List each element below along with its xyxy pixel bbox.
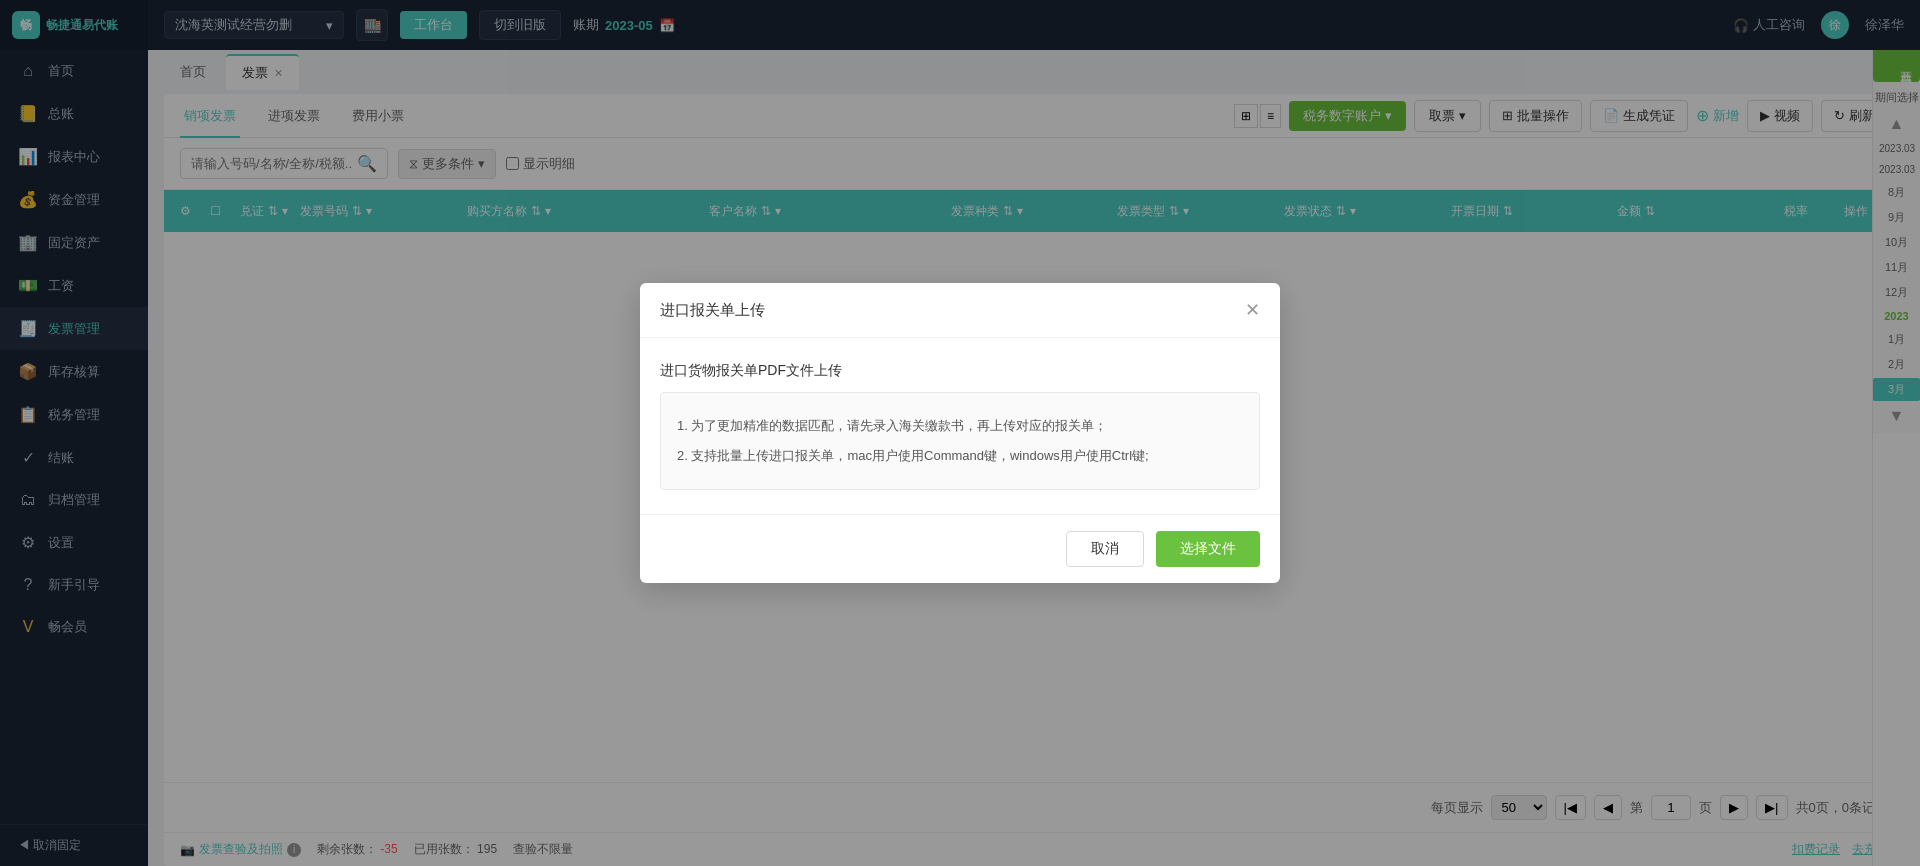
- modal-overlay[interactable]: 进口报关单上传 ✕ 进口货物报关单PDF文件上传 1. 为了更加精准的数据匹配，…: [0, 0, 1920, 866]
- modal-info-box: 1. 为了更加精准的数据匹配，请先录入海关缴款书，再上传对应的报关单； 2. 支…: [660, 392, 1260, 490]
- modal-header: 进口报关单上传 ✕: [640, 283, 1280, 338]
- import-modal: 进口报关单上传 ✕ 进口货物报关单PDF文件上传 1. 为了更加精准的数据匹配，…: [640, 283, 1280, 583]
- modal-body: 进口货物报关单PDF文件上传 1. 为了更加精准的数据匹配，请先录入海关缴款书，…: [640, 338, 1280, 514]
- modal-close-btn[interactable]: ✕: [1245, 299, 1260, 321]
- modal-footer: 取消 选择文件: [640, 514, 1280, 583]
- modal-section-title: 进口货物报关单PDF文件上传: [660, 362, 1260, 380]
- modal-info-line-1: 1. 为了更加精准的数据匹配，请先录入海关缴款书，再上传对应的报关单；: [677, 413, 1243, 439]
- modal-select-btn[interactable]: 选择文件: [1156, 531, 1260, 567]
- modal-info-line-2: 2. 支持批量上传进口报关单，mac用户使用Command键，windows用户…: [677, 443, 1243, 469]
- modal-cancel-btn[interactable]: 取消: [1066, 531, 1144, 567]
- modal-title: 进口报关单上传: [660, 301, 765, 320]
